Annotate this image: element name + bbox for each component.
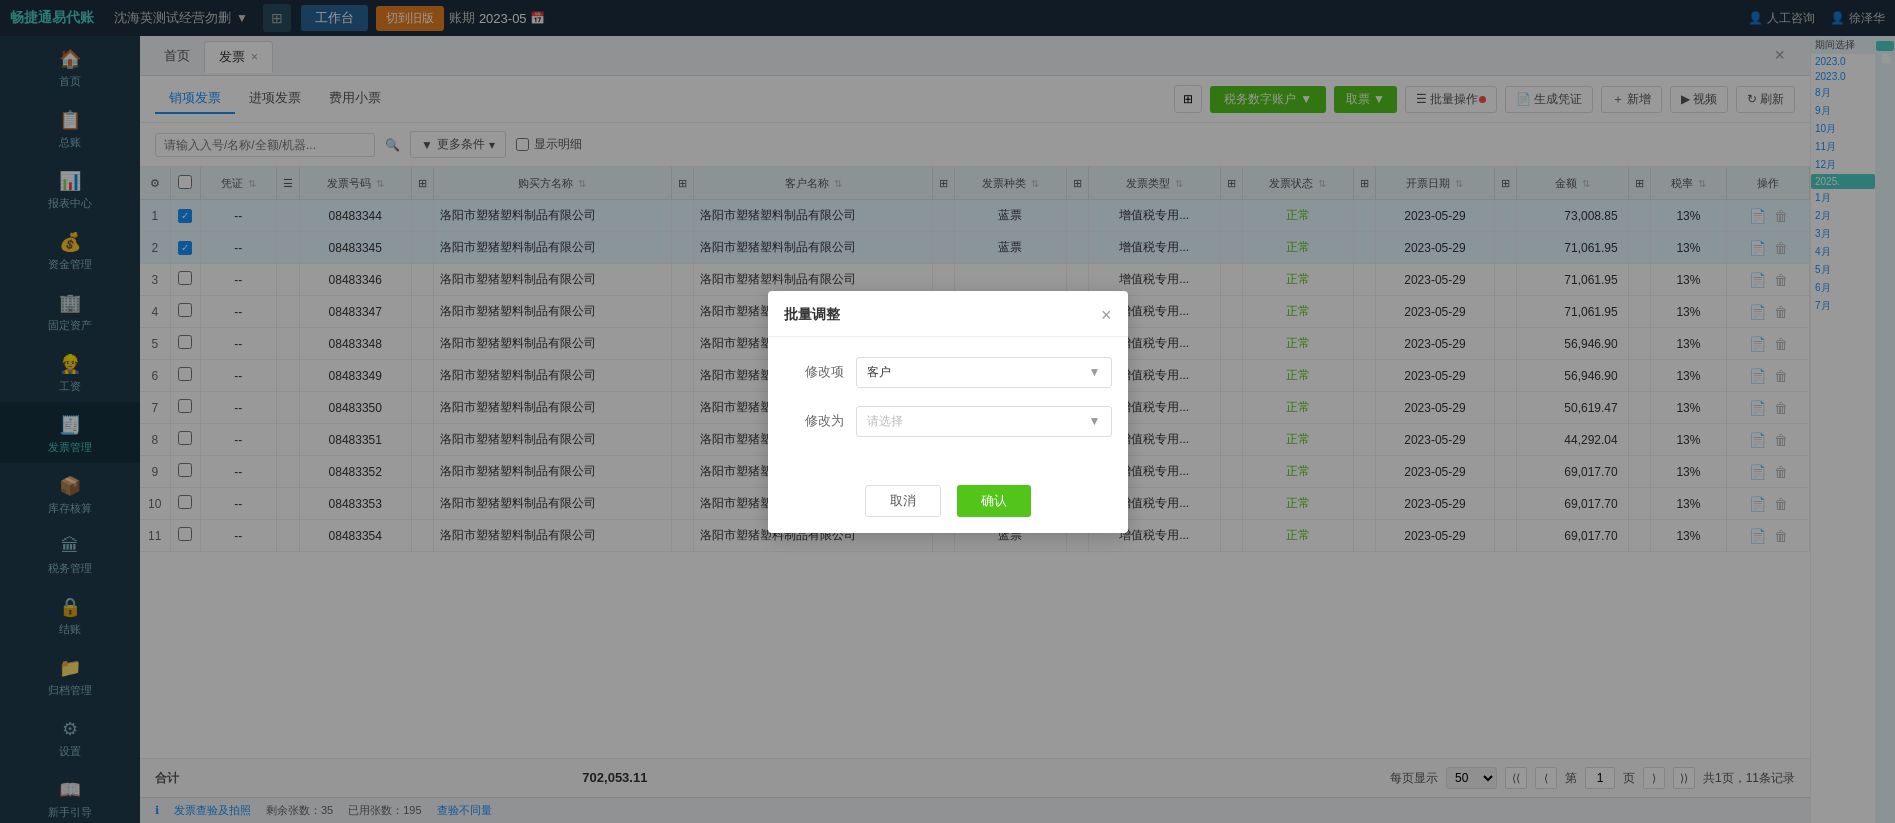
dialog-close-btn[interactable]: × <box>1101 305 1112 326</box>
form-row-field: 修改项 客户 ▼ <box>784 357 1112 388</box>
batch-adjust-dialog: 批量调整 × 修改项 客户 ▼ 修改为 请选择 ▼ 取消 确认 <box>768 291 1128 533</box>
dialog-footer: 取消 确认 <box>768 475 1128 533</box>
dialog-body: 修改项 客户 ▼ 修改为 请选择 ▼ <box>768 337 1128 475</box>
field-select-arrow: ▼ <box>1089 365 1101 379</box>
field-label: 修改项 <box>784 363 844 381</box>
dialog-header: 批量调整 × <box>768 291 1128 337</box>
change-select-arrow: ▼ <box>1089 414 1101 428</box>
change-label: 修改为 <box>784 412 844 430</box>
dialog-overlay: 批量调整 × 修改项 客户 ▼ 修改为 请选择 ▼ 取消 确认 <box>0 0 1895 823</box>
field-select[interactable]: 客户 ▼ <box>856 357 1112 388</box>
dialog-title: 批量调整 <box>784 306 840 324</box>
cancel-button[interactable]: 取消 <box>865 485 941 517</box>
change-select[interactable]: 请选择 ▼ <box>856 406 1112 437</box>
form-row-change: 修改为 请选择 ▼ <box>784 406 1112 437</box>
confirm-button[interactable]: 确认 <box>957 485 1031 517</box>
